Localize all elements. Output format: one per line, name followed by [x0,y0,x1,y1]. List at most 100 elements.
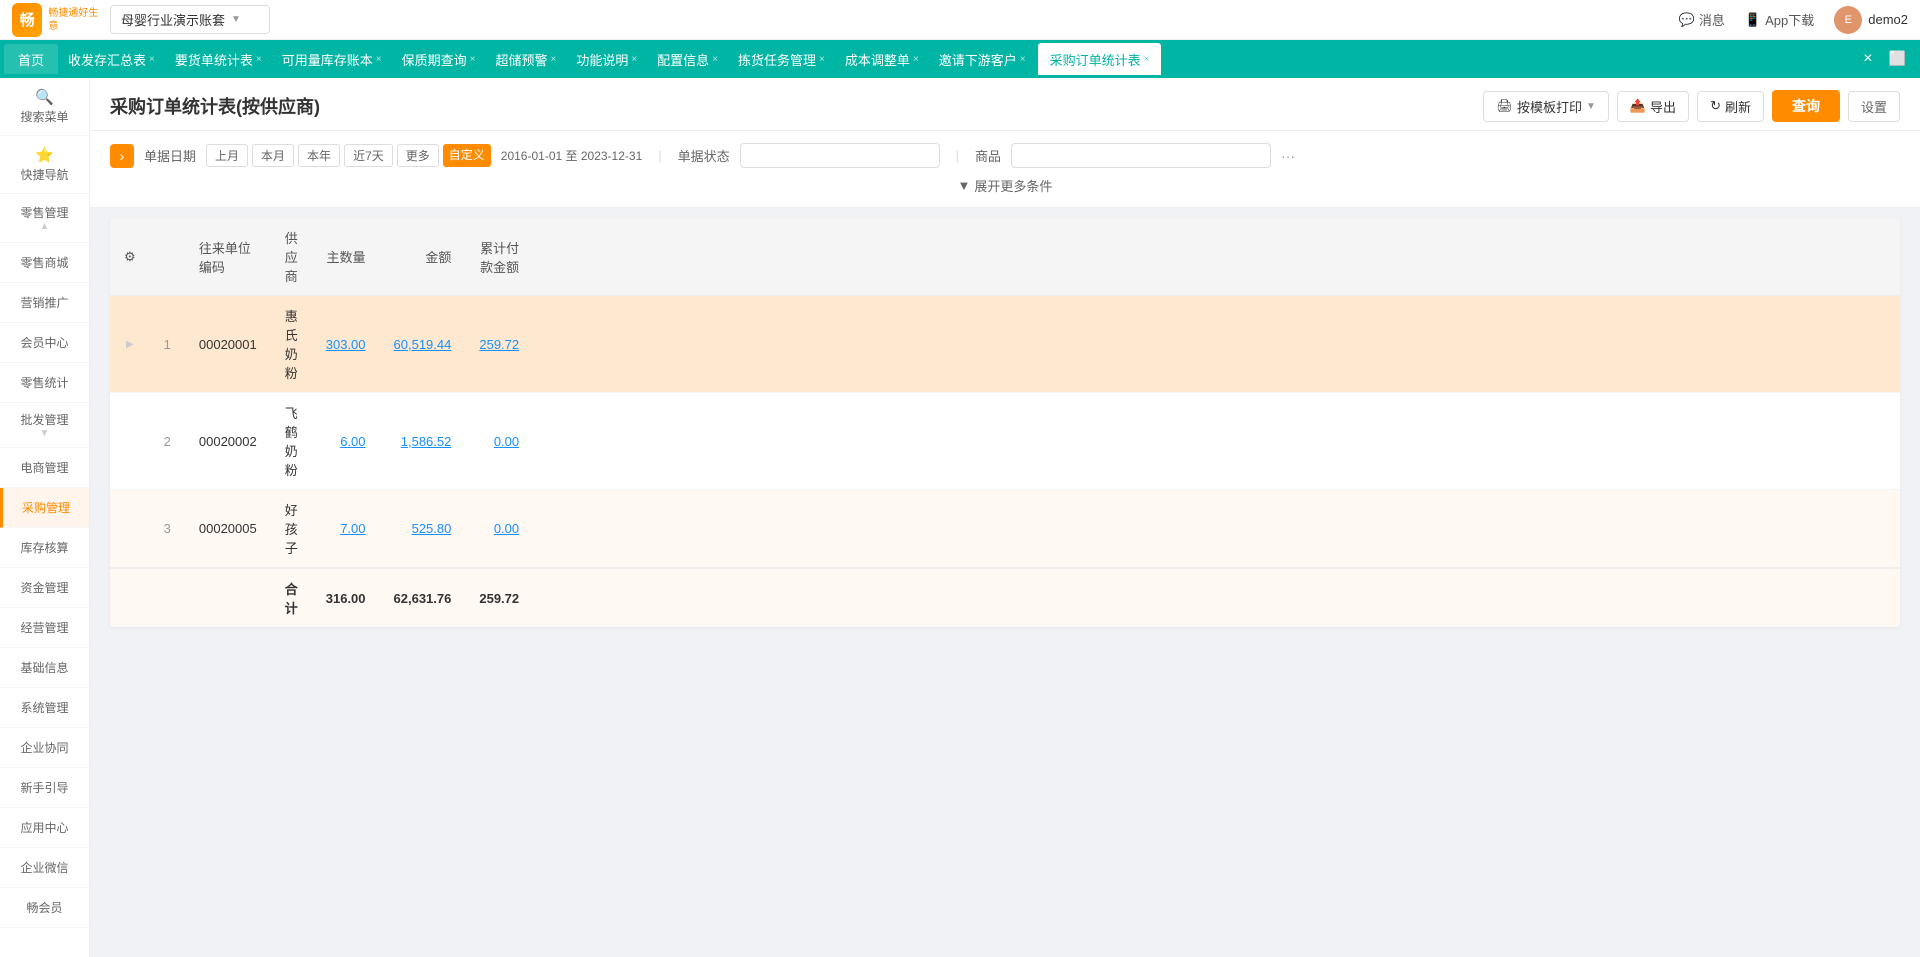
data-table: ⚙ 往来单位编码 供应商 主数量 金额 累计付款金额 ▶ 1 [110,218,1900,627]
tab-baozhi-close[interactable]: × [470,54,476,65]
workspace-selector[interactable]: 母婴行业演示账套 ▼ [110,5,270,34]
cell-amount[interactable]: 60,519.44 [380,296,466,393]
sidebar-item-search[interactable]: 🔍 搜索菜单 [0,78,89,136]
tab-yaoqing[interactable]: 邀请下游客户 × [929,44,1036,74]
sidebar-item-appcenter[interactable]: 应用中心 [0,808,89,848]
date-btn-7days[interactable]: 近7天 [344,144,393,167]
sidebar-item-retailstat[interactable]: 零售统计 [0,363,89,403]
table-row[interactable]: 3 00020005 好孩子 7.00 525.80 0.00 [110,490,1900,569]
refresh-btn[interactable]: ↻ 刷新 [1697,91,1764,122]
sidebar-item-retailshop[interactable]: 零售商城 [0,243,89,283]
sidebar-marketing-label: 营销推广 [20,294,68,311]
tab-chengben-close[interactable]: × [913,54,919,65]
sidebar-item-vip[interactable]: 畅会员 [0,888,89,928]
tab-peizhi[interactable]: 配置信息 × [647,44,728,74]
footer-paid: 259.72 [465,568,533,627]
col-extra [533,218,1900,296]
sidebar-item-ecommerce[interactable]: 电商管理 [0,448,89,488]
tab-chengben[interactable]: 成本调整单 × [835,44,929,74]
table-row[interactable]: ▶ 1 00020001 惠氏奶粉 303.00 60,519.44 259.7… [110,296,1900,393]
date-btn-this-year[interactable]: 本年 [298,144,340,167]
expand-icon: ▲ [40,221,50,232]
sidebar-item-wechat[interactable]: 企业微信 [0,848,89,888]
more-options-icon[interactable]: ··· [1281,148,1295,164]
cell-amount[interactable]: 1,586.52 [380,393,466,490]
tab-caigou[interactable]: 采购订单统计表 × [1038,43,1162,75]
filter-bar: › 单据日期 上月 本月 本年 近7天 更多 自定义 2016-01-01 至 … [90,131,1920,208]
app-download-btn[interactable]: 📱 App下载 [1745,10,1814,29]
sidebar-ecommerce-label: 电商管理 [20,459,68,476]
cell-paid[interactable]: 0.00 [465,490,533,569]
tab-kuyun-close[interactable]: × [376,54,382,65]
sidebar-item-quicknav[interactable]: ⭐ 快捷导航 [0,136,89,194]
window-close-btn[interactable]: × [1857,48,1878,70]
sidebar-item-operations[interactable]: 经营管理 [0,608,89,648]
workspace-name: 母婴行业演示账套 [121,10,225,29]
settings-btn[interactable]: 设置 [1848,91,1900,122]
tab-shoufacun-close[interactable]: × [149,54,155,65]
sidebar-item-marketing[interactable]: 营销推广 [0,283,89,323]
tab-peizhi-close[interactable]: × [712,54,718,65]
search-btn[interactable]: 查询 [1772,90,1840,122]
date-custom-badge[interactable]: 自定义 [443,144,491,167]
date-btn-more[interactable]: 更多 [397,144,439,167]
table-row[interactable]: 2 00020002 飞鹤奶粉 6.00 1,586.52 0.00 [110,393,1900,490]
filter-toggle-btn[interactable]: › [110,144,134,168]
tab-baozhi[interactable]: 保质期查询 × [392,44,486,74]
tab-kuyun[interactable]: 可用量库存账本 × [272,44,392,74]
table-area: ⚙ 往来单位编码 供应商 主数量 金额 累计付款金额 ▶ 1 [90,208,1920,957]
sidebar-item-basic[interactable]: 基础信息 [0,648,89,688]
sidebar-item-system[interactable]: 系统管理 [0,688,89,728]
tab-yaohuo-close[interactable]: × [256,54,262,65]
cell-amount[interactable]: 525.80 [380,490,466,569]
cell-qty[interactable]: 7.00 [312,490,380,569]
cell-qty[interactable]: 303.00 [312,296,380,393]
sidebar-vip-label: 畅会员 [26,899,62,916]
sidebar-inventory-label: 库存核算 [20,539,68,556]
sidebar-item-inventory[interactable]: 库存核算 [0,528,89,568]
row-expand[interactable] [110,393,150,490]
goods-input[interactable] [1011,143,1271,168]
export-btn[interactable]: 📤 导出 [1617,91,1689,122]
cell-paid[interactable]: 259.72 [465,296,533,393]
row-expand[interactable]: ▶ [110,296,150,393]
expand-filter-btn[interactable]: ▼ 展开更多条件 [958,176,1053,195]
sidebar-item-members[interactable]: 会员中心 [0,323,89,363]
tab-gongneng[interactable]: 功能说明 × [566,44,647,74]
status-select[interactable] [740,143,940,168]
sidebar-finance-label: 资金管理 [20,579,68,596]
template-print-btn[interactable]: 🖨 按模板打印 ▼ [1483,91,1608,122]
sidebar-item-retail[interactable]: 零售管理 ▲ [0,194,89,243]
row-num: 1 [150,296,185,393]
sidebar-search-label: 搜索菜单 [20,108,68,125]
tab-shoufacun[interactable]: 收发存汇总表 × [58,44,165,74]
sidebar-item-newguide[interactable]: 新手引导 [0,768,89,808]
date-filter-label: 单据日期 [144,146,196,165]
sidebar-item-finance[interactable]: 资金管理 [0,568,89,608]
sidebar-item-enterprise[interactable]: 企业协同 [0,728,89,768]
tab-gongneng-close[interactable]: × [631,54,637,65]
messages-btn[interactable]: 💬 消息 [1679,10,1725,29]
cell-paid[interactable]: 0.00 [465,393,533,490]
tab-tuohuo[interactable]: 拣货任务管理 × [728,44,835,74]
tab-chaochuyujing[interactable]: 超储预警 × [485,44,566,74]
sidebar-item-wholesale[interactable]: 批发管理 ▼ [0,403,89,448]
cell-supplier-name: 好孩子 [271,490,312,569]
sidebar-wechat-label: 企业微信 [20,859,68,876]
row-expand[interactable] [110,490,150,569]
tab-tuohuo-close[interactable]: × [819,54,825,65]
message-icon: 💬 [1679,12,1695,28]
tab-yaohuo[interactable]: 要货单统计表 × [165,44,272,74]
tab-caigou-close[interactable]: × [1144,54,1150,65]
filter-row-1: › 单据日期 上月 本月 本年 近7天 更多 自定义 2016-01-01 至 … [110,143,1900,168]
window-max-btn[interactable]: ⬜ [1883,48,1912,70]
tab-yaoqing-close[interactable]: × [1020,54,1026,65]
date-btn-last-month[interactable]: 上月 [206,144,248,167]
tab-home[interactable]: 首页 [4,44,58,74]
cell-qty[interactable]: 6.00 [312,393,380,490]
col-settings[interactable]: ⚙ [110,218,150,296]
date-btn-this-month[interactable]: 本月 [252,144,294,167]
sidebar-item-purchase[interactable]: 采购管理 [0,488,89,528]
user-area[interactable]: E demo2 [1834,6,1908,34]
tab-chaochuyujing-close[interactable]: × [550,54,556,65]
